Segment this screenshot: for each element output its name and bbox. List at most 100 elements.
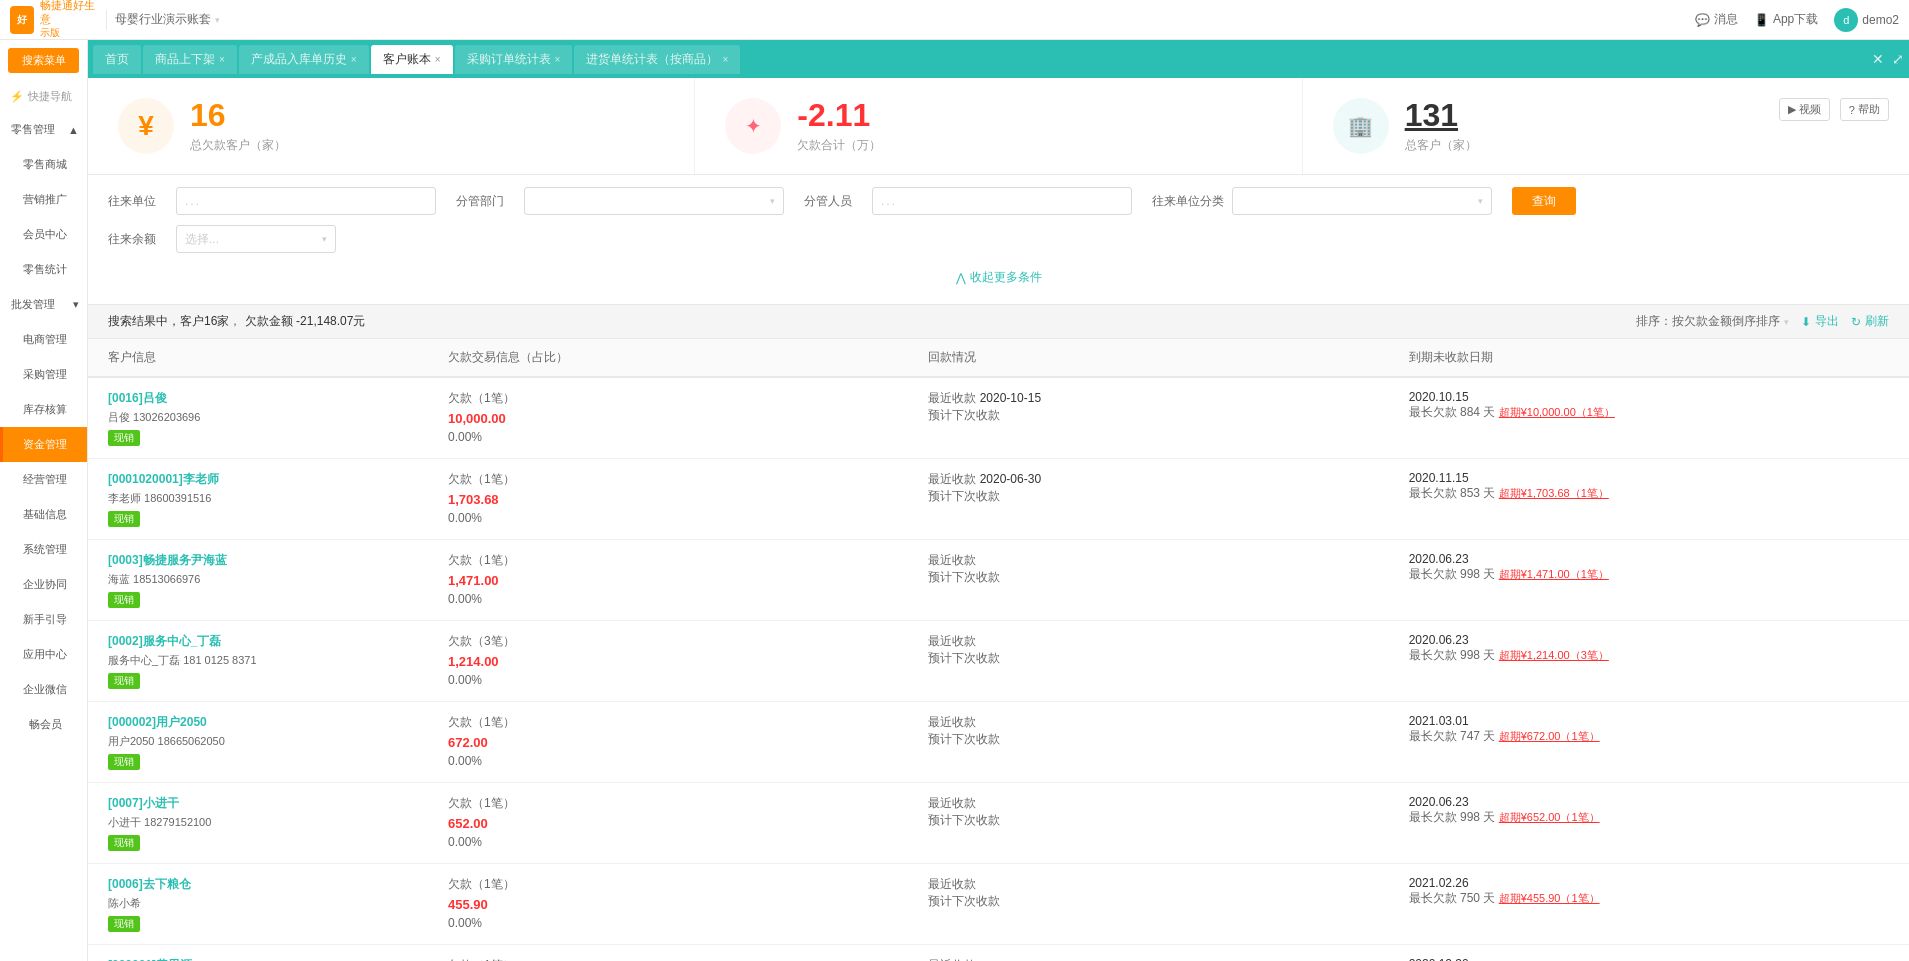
video-icon: ▶	[1788, 103, 1796, 116]
retail-shop-label: 零售商城	[23, 157, 67, 172]
customer-contact-4: 用户2050 18665062050	[108, 734, 448, 749]
sidebar-item-new-guide[interactable]: 新手引导	[0, 602, 87, 637]
stats-bar: ¥ 16 总欠款客户（家） ✦ -2.11 欠款合计（万）	[88, 78, 1909, 175]
marketing-label: 营销推广	[23, 192, 67, 207]
query-btn[interactable]: 查询	[1512, 187, 1576, 215]
help-icon: ?	[1849, 104, 1855, 116]
due-date-4: 2021.03.01	[1409, 714, 1889, 728]
refresh-btn[interactable]: ↻ 刷新	[1851, 313, 1889, 330]
overdue-amount-2[interactable]: 超期¥1,471.00（1笔）	[1499, 568, 1609, 580]
customer-name-1[interactable]: [0001020001]李老师	[108, 471, 448, 488]
debt-info-cell-0: 欠款（1笔） 10,000.00 0.00%	[448, 390, 928, 444]
search-menu-btn[interactable]: 搜索菜单	[8, 48, 79, 73]
from-unit-input[interactable]: ...	[176, 187, 436, 215]
balance-label: 往来余额	[108, 231, 168, 248]
maximize-icon[interactable]: ⤢	[1892, 51, 1904, 67]
export-btn[interactable]: ⬇ 导出	[1801, 313, 1839, 330]
user-avatar-btn[interactable]: d demo2	[1834, 8, 1899, 32]
debt-amount-6: 455.90	[448, 897, 928, 912]
sidebar-item-stock[interactable]: 库存核算	[0, 392, 87, 427]
tab-home[interactable]: 首页	[93, 45, 141, 74]
overdue-amount-3[interactable]: 超期¥1,214.00（3笔）	[1499, 649, 1609, 661]
customer-info-cell-1: [0001020001]李老师 李老师 18600391516 现销	[108, 471, 448, 527]
dept-label: 分管部门	[456, 193, 516, 210]
sidebar-item-batch-mgmt[interactable]: 批发管理 ▾	[0, 287, 87, 322]
industry-label[interactable]: 母婴行业演示账套 ▾	[115, 11, 220, 28]
recovery-cell-7: 最近收款 预计下次收款	[928, 957, 1408, 961]
tab-customer-account[interactable]: 客户账本 ×	[371, 45, 453, 74]
avatar: d	[1834, 8, 1858, 32]
sidebar-item-marketing[interactable]: 营销推广	[0, 182, 87, 217]
debt-percent-0: 0.00%	[448, 430, 928, 444]
sort-selector[interactable]: 排序：按欠款金额倒序排序 ▾	[1636, 313, 1789, 330]
debt-info-cell-3: 欠款（3笔） 1,214.00 0.00%	[448, 633, 928, 687]
customer-info-cell-4: [000002]用户2050 用户2050 18665062050 现销	[108, 714, 448, 770]
sidebar-item-system[interactable]: 系统管理	[0, 532, 87, 567]
debt-label-2: 欠款（1笔）	[448, 552, 928, 569]
due-date-3: 2020.06.23	[1409, 633, 1889, 647]
industry-dropdown-icon: ▾	[215, 15, 220, 25]
balance-dropdown-icon: ▾	[322, 234, 327, 244]
tab-close-purchase-stats[interactable]: ×	[722, 54, 728, 65]
sidebar-item-enterprise-coop[interactable]: 企业协同	[0, 567, 87, 602]
sidebar-item-retail-mgmt[interactable]: 零售管理 ▲	[0, 112, 87, 147]
tab-purchase-stats[interactable]: 进货单统计表（按商品） ×	[574, 45, 740, 74]
customer-name-7[interactable]: [000001]黄思源	[108, 957, 448, 961]
dept-select[interactable]: ▾	[524, 187, 784, 215]
overdue-amount-0[interactable]: 超期¥10,000.00（1笔）	[1499, 406, 1615, 418]
due-date-cell-4: 2021.03.01 最长欠款 747 天 超期¥672.00（1笔）	[1409, 714, 1889, 745]
sidebar-item-operations[interactable]: 经营管理	[0, 462, 87, 497]
customer-name-2[interactable]: [0003]畅捷服务尹海蓝	[108, 552, 448, 569]
sidebar-item-pro-member[interactable]: 畅会员	[0, 707, 87, 742]
unit-category-select[interactable]: ▾	[1232, 187, 1492, 215]
debt-info-cell-4: 欠款（1笔） 672.00 0.00%	[448, 714, 928, 768]
close-all-tabs-icon[interactable]: ✕	[1872, 51, 1884, 67]
customer-tag-4: 现销	[108, 754, 140, 770]
customer-name-5[interactable]: [0007]小进干	[108, 795, 448, 812]
sidebar-item-finance[interactable]: 资金管理	[0, 427, 87, 462]
collapse-btn[interactable]: ⋀ 收起更多条件	[956, 263, 1042, 292]
message-btn[interactable]: 💬 消息	[1695, 11, 1738, 28]
customer-name-0[interactable]: [0016]吕俊	[108, 390, 448, 407]
sidebar-item-retail-stats[interactable]: 零售统计	[0, 252, 87, 287]
sidebar-item-basic-info[interactable]: 基础信息	[0, 497, 87, 532]
filter-unit-category: 往来单位分类 ▾	[1152, 187, 1492, 215]
sidebar-item-enterprise-wechat[interactable]: 企业微信	[0, 672, 87, 707]
due-date-7: 2020.12.30	[1409, 957, 1889, 961]
app-download-btn[interactable]: 📱 App下载	[1754, 11, 1818, 28]
tab-product-history[interactable]: 产成品入库单历史 ×	[239, 45, 369, 74]
overdue-amount-6[interactable]: 超期¥455.90（1笔）	[1499, 892, 1600, 904]
debt-amount-label: 欠款合计（万）	[797, 137, 881, 154]
overdue-days-2: 最长欠款 998 天 超期¥1,471.00（1笔）	[1409, 566, 1889, 583]
customer-name-4[interactable]: [000002]用户2050	[108, 714, 448, 731]
customer-info-cell-2: [0003]畅捷服务尹海蓝 海蓝 18513066976 现销	[108, 552, 448, 608]
table-row: [000001]黄思源 黄思源 13552700226 现销 欠款（1笔） 42…	[88, 945, 1909, 961]
tab-close-product-history[interactable]: ×	[351, 54, 357, 65]
customer-name-6[interactable]: [0006]去下粮仓	[108, 876, 448, 893]
sidebar-item-purchase[interactable]: 采购管理	[0, 357, 87, 392]
app-icon: 📱	[1754, 13, 1769, 27]
tab-close-customer-account[interactable]: ×	[435, 54, 441, 65]
overdue-amount-4[interactable]: 超期¥672.00（1笔）	[1499, 730, 1600, 742]
help-btn[interactable]: ? 帮助	[1840, 98, 1889, 121]
tab-product-shelf[interactable]: 商品上下架 ×	[143, 45, 237, 74]
balance-select[interactable]: 选择... ▾	[176, 225, 336, 253]
overdue-amount-5[interactable]: 超期¥652.00（1笔）	[1499, 811, 1600, 823]
debt-percent-2: 0.00%	[448, 592, 928, 606]
manager-input[interactable]: ...	[872, 187, 1132, 215]
sidebar-item-app-center[interactable]: 应用中心	[0, 637, 87, 672]
sidebar-item-retail-shop[interactable]: 零售商城	[0, 147, 87, 182]
customer-name-3[interactable]: [0002]服务中心_丁磊	[108, 633, 448, 650]
sort-label: 排序：按欠款金额倒序排序	[1636, 313, 1780, 330]
sidebar-nav: 零售管理 ▲ 零售商城 营销推广 会员中心 零售统计 批发管理 ▾	[0, 112, 87, 742]
due-date-cell-6: 2021.02.26 最长欠款 750 天 超期¥455.90（1笔）	[1409, 876, 1889, 907]
tab-close-product-shelf[interactable]: ×	[219, 54, 225, 65]
refresh-icon: ↻	[1851, 315, 1861, 329]
debt-amount-3: 1,214.00	[448, 654, 928, 669]
overdue-amount-1[interactable]: 超期¥1,703.68（1笔）	[1499, 487, 1609, 499]
sidebar-item-member[interactable]: 会员中心	[0, 217, 87, 252]
tab-close-purchase-order[interactable]: ×	[555, 54, 561, 65]
video-help-btn[interactable]: ▶ 视频	[1779, 98, 1830, 121]
tab-purchase-order[interactable]: 采购订单统计表 ×	[455, 45, 573, 74]
sidebar-item-ecommerce[interactable]: 电商管理	[0, 322, 87, 357]
